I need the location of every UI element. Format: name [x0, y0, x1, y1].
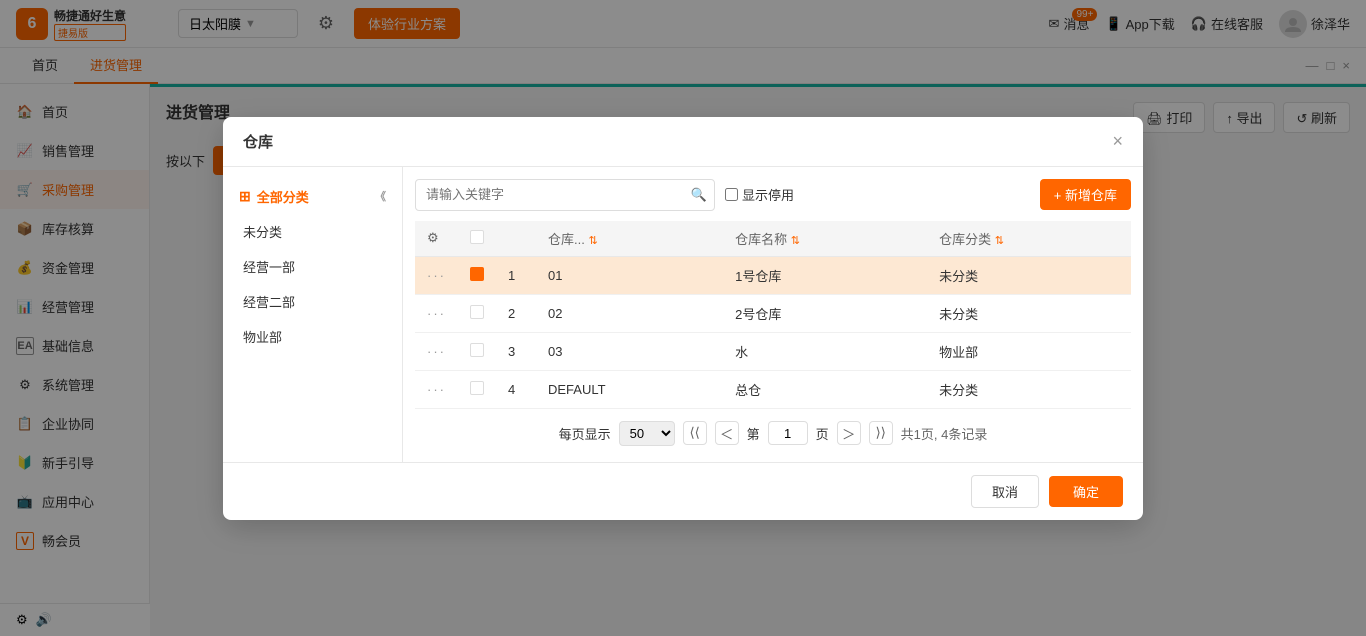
- page-size-label: 每页显示: [559, 424, 611, 443]
- row-checkbox-3[interactable]: [470, 381, 484, 395]
- row-num-2: 3: [496, 332, 536, 370]
- search-icon[interactable]: 🔍: [691, 187, 707, 203]
- warehouse-table: ⚙ 仓库... ⇅ 仓库名称: [415, 221, 1131, 409]
- row-category-2: 物业部: [927, 332, 1131, 370]
- row-gear-1[interactable]: ···: [415, 294, 458, 332]
- sort-category-icon: ⇅: [995, 235, 1004, 247]
- grid-icon: ⊞: [239, 188, 251, 205]
- row-code-2: 03: [536, 332, 723, 370]
- row-num-0: 1: [496, 256, 536, 294]
- row-check-1[interactable]: [458, 294, 496, 332]
- ellipsis-icon-2[interactable]: ···: [427, 344, 446, 359]
- first-page-button[interactable]: ⟨⟨: [683, 421, 707, 445]
- th-name[interactable]: 仓库名称 ⇅: [723, 221, 927, 257]
- row-gear-0[interactable]: ···: [415, 256, 458, 294]
- all-category-label: 全部分类: [257, 187, 309, 206]
- row-checkbox-0[interactable]: [470, 267, 484, 281]
- modal-overlay: 仓库 × ⊞ 全部分类 《 未分类 经营一部 经营二部 物业部: [0, 0, 1366, 636]
- ellipsis-icon-0[interactable]: ···: [427, 268, 446, 283]
- th-index: [496, 221, 536, 257]
- confirm-button[interactable]: 确定: [1049, 476, 1123, 507]
- row-code-3: DEFAULT: [536, 370, 723, 408]
- content-panel: 🔍 显示停用 + 新增仓库 ⚙: [403, 167, 1143, 462]
- prev-page-button[interactable]: ＜: [715, 421, 739, 445]
- modal-footer: 取消 确定: [223, 462, 1143, 520]
- pagination: 每页显示 50 10 20 100 ⟨⟨ ＜ 第 页 ＞ ⟩⟩ 共1页, 4条记…: [415, 409, 1131, 450]
- search-input[interactable]: [415, 179, 715, 211]
- row-name-2: 水: [723, 332, 927, 370]
- row-gear-3[interactable]: ···: [415, 370, 458, 408]
- th-category[interactable]: 仓库分类 ⇅: [927, 221, 1131, 257]
- page-label: 第: [747, 424, 760, 443]
- modal-close-button[interactable]: ×: [1112, 131, 1123, 152]
- page-info: 共1页, 4条记录: [901, 424, 988, 443]
- table-row[interactable]: ··· 1 01 1号仓库 未分类: [415, 256, 1131, 294]
- last-page-button[interactable]: ⟩⟩: [869, 421, 893, 445]
- row-name-0: 1号仓库: [723, 256, 927, 294]
- show-disabled-toggle[interactable]: 显示停用: [725, 185, 794, 204]
- th-check: [458, 221, 496, 257]
- ellipsis-icon-1[interactable]: ···: [427, 306, 446, 321]
- page-number-input[interactable]: [768, 421, 808, 445]
- category-item-ops2[interactable]: 经营二部: [223, 284, 402, 319]
- show-disabled-checkbox[interactable]: [725, 188, 738, 201]
- row-code-0: 01: [536, 256, 723, 294]
- row-category-1: 未分类: [927, 294, 1131, 332]
- th-gear: ⚙: [415, 221, 458, 257]
- row-category-0: 未分类: [927, 256, 1131, 294]
- page-size-select[interactable]: 50 10 20 100: [619, 421, 675, 446]
- ellipsis-icon-3[interactable]: ···: [427, 382, 446, 397]
- collapse-icon[interactable]: 《: [375, 188, 386, 204]
- table-header-row: ⚙ 仓库... ⇅ 仓库名称: [415, 221, 1131, 257]
- th-code[interactable]: 仓库... ⇅: [536, 221, 723, 257]
- page-unit: 页: [816, 424, 829, 443]
- sort-name-icon: ⇅: [791, 235, 800, 247]
- category-item-ops1[interactable]: 经营一部: [223, 249, 402, 284]
- row-category-3: 未分类: [927, 370, 1131, 408]
- show-disabled-label: 显示停用: [742, 185, 794, 204]
- search-bar: 🔍 显示停用 + 新增仓库: [415, 179, 1131, 211]
- table-row[interactable]: ··· 4 DEFAULT 总仓 未分类: [415, 370, 1131, 408]
- search-input-wrap: 🔍: [415, 179, 715, 211]
- row-checkbox-2[interactable]: [470, 343, 484, 357]
- row-check-3[interactable]: [458, 370, 496, 408]
- row-checkbox-1[interactable]: [470, 305, 484, 319]
- row-check-2[interactable]: [458, 332, 496, 370]
- row-num-3: 4: [496, 370, 536, 408]
- row-gear-2[interactable]: ···: [415, 332, 458, 370]
- row-check-0[interactable]: [458, 256, 496, 294]
- modal-title: 仓库: [243, 131, 273, 152]
- next-page-button[interactable]: ＞: [837, 421, 861, 445]
- cancel-button[interactable]: 取消: [971, 475, 1039, 508]
- row-name-3: 总仓: [723, 370, 927, 408]
- sort-code-icon: ⇅: [588, 235, 597, 247]
- category-item-unclassified[interactable]: 未分类: [223, 214, 402, 249]
- table-row[interactable]: ··· 3 03 水 物业部: [415, 332, 1131, 370]
- warehouse-modal: 仓库 × ⊞ 全部分类 《 未分类 经营一部 经营二部 物业部: [223, 117, 1143, 520]
- modal-body: ⊞ 全部分类 《 未分类 经营一部 经营二部 物业部 🔍: [223, 167, 1143, 462]
- category-panel: ⊞ 全部分类 《 未分类 经营一部 经营二部 物业部: [223, 167, 403, 462]
- all-category-button[interactable]: ⊞ 全部分类 《: [223, 179, 402, 214]
- select-all-checkbox[interactable]: [470, 230, 484, 244]
- modal-header: 仓库 ×: [223, 117, 1143, 167]
- row-code-1: 02: [536, 294, 723, 332]
- table-wrapper: ⚙ 仓库... ⇅ 仓库名称: [415, 221, 1131, 409]
- add-warehouse-button[interactable]: + 新增仓库: [1040, 179, 1131, 210]
- warehouse-tbody: ··· 1 01 1号仓库 未分类 ··· 2 02 2号仓库 未分类 ···: [415, 256, 1131, 408]
- row-num-1: 2: [496, 294, 536, 332]
- category-item-property[interactable]: 物业部: [223, 319, 402, 354]
- row-name-1: 2号仓库: [723, 294, 927, 332]
- table-row[interactable]: ··· 2 02 2号仓库 未分类: [415, 294, 1131, 332]
